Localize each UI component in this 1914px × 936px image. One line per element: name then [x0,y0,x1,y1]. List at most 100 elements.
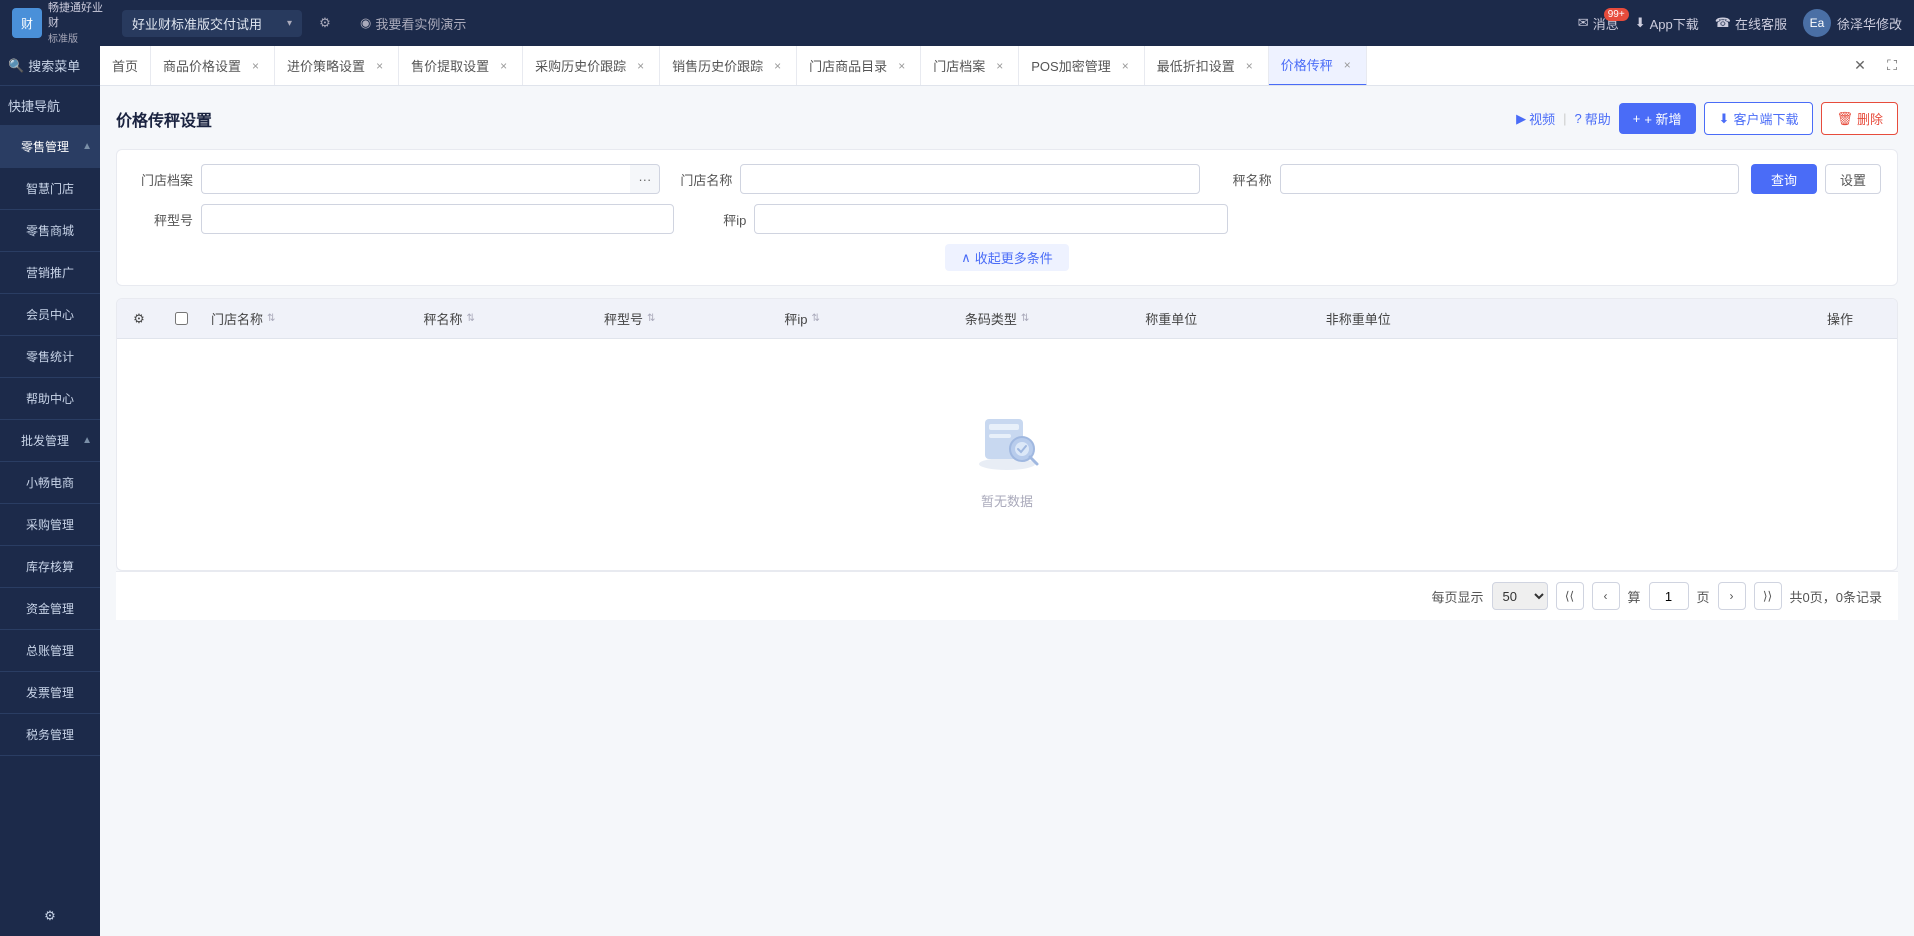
tab-close-icon[interactable]: × [993,58,1006,74]
online-service-button[interactable]: ☎ 在线客服 [1715,14,1787,33]
tab-purchase-history[interactable]: 采购历史价跟踪× [523,46,660,86]
scale-model-input[interactable] [201,204,674,234]
sidebar-item-retail-mall[interactable]: 零售商城 [0,210,100,252]
tab-label: 售价提取设置 [411,56,489,75]
tab-close-icon[interactable]: × [895,58,908,74]
tab-sale-price[interactable]: 售价提取设置 × [399,46,523,86]
store-name-input[interactable] [740,164,1199,194]
th-scale-model: 秤型号 ⇅ [594,309,774,328]
th-scale-ip: 秤ip ⇅ [774,309,954,328]
store-file-label: 门店档案 [133,170,193,189]
tab-close-icon[interactable]: × [1341,57,1354,73]
delete-button[interactable]: 🗑 删除 [1821,102,1898,135]
sidebar-item-marketing[interactable]: 营销推广 [0,252,100,294]
scale-model-field: 秤型号 [133,204,674,234]
tab-store-catalog[interactable]: 门店商品目录× [797,46,921,86]
help-link[interactable]: ? 帮助 [1574,109,1610,128]
sidebar-gear-button[interactable]: ⚙ [0,896,100,936]
tab-price-scale[interactable]: 价格传秤× [1269,46,1367,86]
sort-icon: ⇅ [812,313,820,324]
sidebar-item-invoice[interactable]: 发票管理 [0,672,100,714]
tab-pos-management[interactable]: POS加密管理× [1019,46,1144,86]
page-title: 价格传秤设置 [116,107,212,131]
selector-settings-button[interactable]: ⚙ [310,8,340,38]
tab-close-icon[interactable]: × [249,58,262,74]
tab-min-discount[interactable]: 最低折扣设置× [1145,46,1269,86]
per-page-select[interactable]: 50 10 20 100 [1492,582,1548,610]
store-name-field: 门店名称 [672,164,1199,194]
th-store-name: 门店名称 ⇅ [201,309,414,328]
th-non-weight-label: 非称重单位 [1326,309,1391,328]
select-all-checkbox[interactable] [175,312,188,325]
sidebar-item-general[interactable]: 总账管理 [0,630,100,672]
tab-close-button[interactable]: ✕ [1846,52,1874,80]
sort-icon: ⇅ [1021,313,1029,324]
settings-button[interactable]: 设置 [1825,164,1881,194]
app-download-button[interactable]: ⬇ App下载 [1635,14,1699,33]
tab-maximize-button[interactable]: ⛶ [1878,52,1906,80]
scale-name-input[interactable] [1280,164,1739,194]
th-store-name-label: 门店名称 [211,309,263,328]
page-number-input[interactable] [1649,582,1689,610]
tab-home[interactable]: 首页 [100,46,151,86]
last-page-button[interactable]: ⟩⟩ [1754,582,1782,610]
tab-sale-history[interactable]: 销售历史价跟踪× [660,46,797,86]
tab-close-icon[interactable]: × [1243,58,1256,74]
chevron-down-icon: ▾ [287,18,292,29]
store-file-input[interactable] [201,164,630,194]
collapse-button[interactable]: ∧ 收起更多条件 [945,244,1069,271]
sidebar-item-label: 批发管理 [8,432,82,449]
sidebar-item-wholesale[interactable]: 批发管理▲ [0,420,100,462]
search-button[interactable]: 查询 [1751,164,1817,194]
sidebar-quick-nav[interactable]: 快捷导航 [0,86,100,126]
sidebar-item-label: 小畅电商 [8,474,92,491]
app-download-label: App下载 [1650,14,1699,33]
sidebar-item-help[interactable]: 帮助中心 [0,378,100,420]
sidebar-item-retail[interactable]: 零售管理▲ [0,126,100,168]
tab-label: 首页 [112,56,138,75]
tab-close-icon[interactable]: × [771,58,784,74]
tab-purchase-strategy[interactable]: 进价策略设置× [275,46,399,86]
sidebar-search[interactable]: 🔍 搜索菜单 [0,46,100,86]
video-link[interactable]: ▶ 视频 [1516,109,1555,128]
th-settings[interactable]: ⚙ [117,311,161,327]
video-label: 视频 [1529,109,1555,128]
th-checkbox[interactable] [161,312,201,325]
th-non-weight-unit: 非称重单位 [1316,309,1817,328]
sidebar-item-retail-stats[interactable]: 零售统计 [0,336,100,378]
sidebar-item-purchase[interactable]: 采购管理 [0,504,100,546]
scale-ip-input[interactable] [754,204,1227,234]
next-page-button[interactable]: › [1718,582,1746,610]
tab-store-file[interactable]: 门店档案 × [921,46,1019,86]
add-button[interactable]: + + 新增 [1619,103,1696,134]
first-page-button[interactable]: ⟨⟨ [1556,582,1584,610]
user-menu[interactable]: Ea 徐泽华修改 [1803,9,1902,37]
tab-price-settings[interactable]: 商品价格设置× [151,46,275,86]
messages-button[interactable]: ✉ 消息 99+ [1578,14,1619,33]
scale-name-label: 秤名称 [1212,170,1272,189]
download-button[interactable]: ⬇ 客户端下载 [1704,102,1814,135]
sidebar-item-tax[interactable]: 税务管理 [0,714,100,756]
sidebar-item-finance[interactable]: 资金管理 [0,588,100,630]
empty-state: 暂无数据 [117,339,1897,570]
service-icon: ☎ [1715,15,1731,31]
version-selector[interactable]: 好业财标准版交付试用 ▾ [122,10,302,37]
tab-label: 门店档案 [933,56,985,75]
tab-close-icon[interactable]: × [634,58,647,74]
prev-page-button[interactable]: ‹ [1592,582,1620,610]
message-icon: ✉ [1578,15,1589,31]
add-label: + 新增 [1644,109,1681,128]
sidebar-item-xiaochang[interactable]: 小畅电商 [0,462,100,504]
sidebar-item-member[interactable]: 会员中心 [0,294,100,336]
top-bar: 财 畅捷通好业财 标准版 好业财标准版交付试用 ▾ ⚙ ◉ 我要看实例演示 ✉ … [0,0,1914,46]
tab-close-icon[interactable]: × [497,58,510,74]
tab-close-icon[interactable]: × [1119,58,1132,74]
download-icon: ⬇ [1719,111,1730,127]
sidebar-item-label: 总账管理 [8,642,92,659]
demo-link[interactable]: ◉ 我要看实例演示 [356,14,466,33]
sidebar-item-smart-store[interactable]: 智慧门店 [0,168,100,210]
sidebar-item-inventory[interactable]: 库存核算 [0,546,100,588]
tab-close-icon[interactable]: × [373,58,386,74]
messages-badge: 99+ [1604,8,1629,21]
store-file-picker-button[interactable]: ··· [630,164,660,194]
